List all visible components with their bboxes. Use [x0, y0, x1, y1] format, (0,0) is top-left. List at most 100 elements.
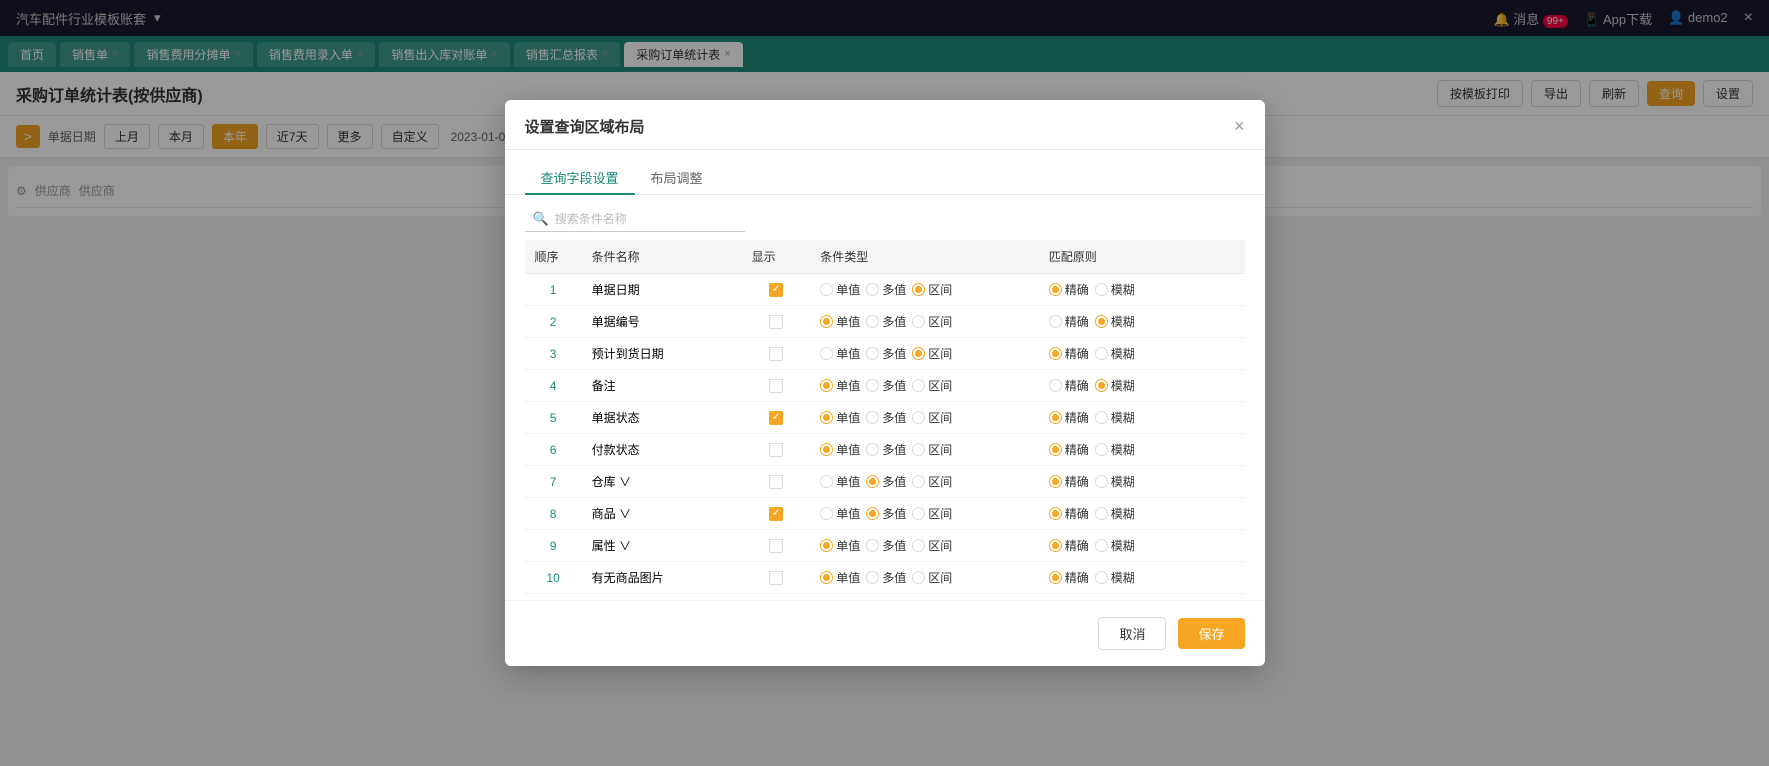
show-checkbox[interactable]	[769, 443, 783, 457]
type-radio-item[interactable]: 单值	[820, 377, 860, 394]
type-radio-item[interactable]: 单值	[820, 409, 860, 426]
radio-label: 区间	[928, 281, 952, 298]
radio-label: 单值	[836, 505, 860, 522]
radio-label: 区间	[928, 409, 952, 426]
match-radio-item[interactable]: 模糊	[1095, 345, 1135, 362]
type-radio-item[interactable]: 多值	[866, 409, 906, 426]
cell-name: 商品 ∨	[582, 498, 742, 530]
show-checkbox[interactable]	[769, 379, 783, 393]
type-radio-item[interactable]: 多值	[866, 281, 906, 298]
type-radio-item[interactable]: 区间	[912, 537, 952, 554]
radio-circle-icon	[912, 475, 925, 488]
show-checkbox[interactable]	[769, 571, 783, 585]
show-checkbox[interactable]	[769, 411, 783, 425]
type-radio-item[interactable]: 区间	[912, 505, 952, 522]
match-radio-item[interactable]: 精确	[1049, 345, 1089, 362]
radio-circle-icon	[1049, 443, 1062, 456]
match-radio-item[interactable]: 模糊	[1095, 441, 1135, 458]
match-radio-item[interactable]: 模糊	[1095, 313, 1135, 330]
type-radio-item[interactable]: 多值	[866, 537, 906, 554]
radio-label: 多值	[882, 409, 906, 426]
type-radio-item[interactable]: 单值	[820, 569, 860, 586]
match-radio-item[interactable]: 精确	[1049, 505, 1089, 522]
type-radio-item[interactable]: 区间	[912, 313, 952, 330]
dialog-tab-query-fields[interactable]: 查询字段设置	[525, 162, 635, 195]
show-checkbox[interactable]	[769, 507, 783, 521]
radio-circle-icon	[866, 347, 879, 360]
type-radio-item[interactable]: 单值	[820, 441, 860, 458]
search-input[interactable]	[555, 212, 715, 226]
radio-label: 模糊	[1111, 281, 1135, 298]
cell-name: 有无商品图片	[582, 562, 742, 594]
type-radio-item[interactable]: 多值	[866, 569, 906, 586]
type-radio-item[interactable]: 多值	[866, 345, 906, 362]
match-radio-item[interactable]: 精确	[1049, 473, 1089, 490]
radio-circle-icon	[1095, 283, 1108, 296]
radio-circle-icon	[820, 539, 833, 552]
radio-label: 区间	[928, 569, 952, 586]
show-checkbox[interactable]	[769, 283, 783, 297]
type-radio-item[interactable]: 区间	[912, 441, 952, 458]
radio-label: 多值	[882, 345, 906, 362]
cell-type: 单值 多值 区间	[810, 402, 1039, 434]
match-radio-item[interactable]: 精确	[1049, 441, 1089, 458]
match-radio-item[interactable]: 模糊	[1095, 569, 1135, 586]
type-radio-item[interactable]: 区间	[912, 409, 952, 426]
match-radio-item[interactable]: 精确	[1049, 537, 1089, 554]
radio-circle-icon	[1049, 283, 1062, 296]
radio-label: 模糊	[1111, 345, 1135, 362]
type-radio-item[interactable]: 单值	[820, 537, 860, 554]
radio-circle-icon	[1095, 443, 1108, 456]
type-radio-item[interactable]: 单值	[820, 281, 860, 298]
dialog-header: 设置查询区域布局 ×	[505, 100, 1265, 150]
type-radio-item[interactable]: 区间	[912, 281, 952, 298]
type-radio-item[interactable]: 区间	[912, 473, 952, 490]
radio-circle-icon	[866, 315, 879, 328]
cancel-button[interactable]: 取消	[1098, 617, 1166, 650]
type-radio-item[interactable]: 区间	[912, 377, 952, 394]
radio-label: 模糊	[1111, 537, 1135, 554]
match-radio-item[interactable]: 模糊	[1095, 537, 1135, 554]
radio-circle-icon	[1049, 539, 1062, 552]
match-radio-item[interactable]: 模糊	[1095, 473, 1135, 490]
match-radio-item[interactable]: 模糊	[1095, 505, 1135, 522]
type-radio-item[interactable]: 多值	[866, 441, 906, 458]
show-checkbox[interactable]	[769, 475, 783, 489]
show-checkbox[interactable]	[769, 315, 783, 329]
match-radio-item[interactable]: 精确	[1049, 569, 1089, 586]
cell-match: 精确模糊	[1039, 402, 1245, 434]
dialog-search-area: 🔍	[505, 195, 1265, 240]
type-radio-item[interactable]: 单值	[820, 345, 860, 362]
match-radio-item[interactable]: 模糊	[1095, 377, 1135, 394]
match-radio-item[interactable]: 模糊	[1095, 281, 1135, 298]
radio-circle-icon	[820, 315, 833, 328]
table-row: 10有无商品图片单值多值区间精确模糊	[525, 562, 1245, 594]
radio-label: 多值	[882, 505, 906, 522]
type-radio-item[interactable]: 区间	[912, 345, 952, 362]
type-radio-item[interactable]: 多值	[866, 473, 906, 490]
match-radio-item[interactable]: 精确	[1049, 377, 1089, 394]
type-radio-item[interactable]: 多值	[866, 505, 906, 522]
show-checkbox[interactable]	[769, 539, 783, 553]
type-radio-item[interactable]: 单值	[820, 473, 860, 490]
match-radio-item[interactable]: 精确	[1049, 313, 1089, 330]
match-radio-item[interactable]: 精确	[1049, 409, 1089, 426]
type-radio-item[interactable]: 单值	[820, 313, 860, 330]
dialog-close-btn[interactable]: ×	[1234, 116, 1245, 137]
radio-label: 单值	[836, 409, 860, 426]
cell-type: 单值 多值 区间	[810, 338, 1039, 370]
radio-label: 精确	[1065, 281, 1089, 298]
show-checkbox[interactable]	[769, 347, 783, 361]
match-radio-item[interactable]: 精确	[1049, 281, 1089, 298]
type-radio-item[interactable]: 区间	[912, 569, 952, 586]
dialog-title: 设置查询区域布局	[525, 116, 645, 137]
radio-circle-icon	[1049, 571, 1062, 584]
radio-label: 区间	[928, 313, 952, 330]
match-radio-item[interactable]: 模糊	[1095, 409, 1135, 426]
radio-label: 区间	[928, 345, 952, 362]
type-radio-item[interactable]: 多值	[866, 313, 906, 330]
type-radio-item[interactable]: 多值	[866, 377, 906, 394]
dialog-tab-layout[interactable]: 布局调整	[635, 162, 719, 195]
type-radio-item[interactable]: 单值	[820, 505, 860, 522]
save-button[interactable]: 保存	[1178, 618, 1244, 649]
